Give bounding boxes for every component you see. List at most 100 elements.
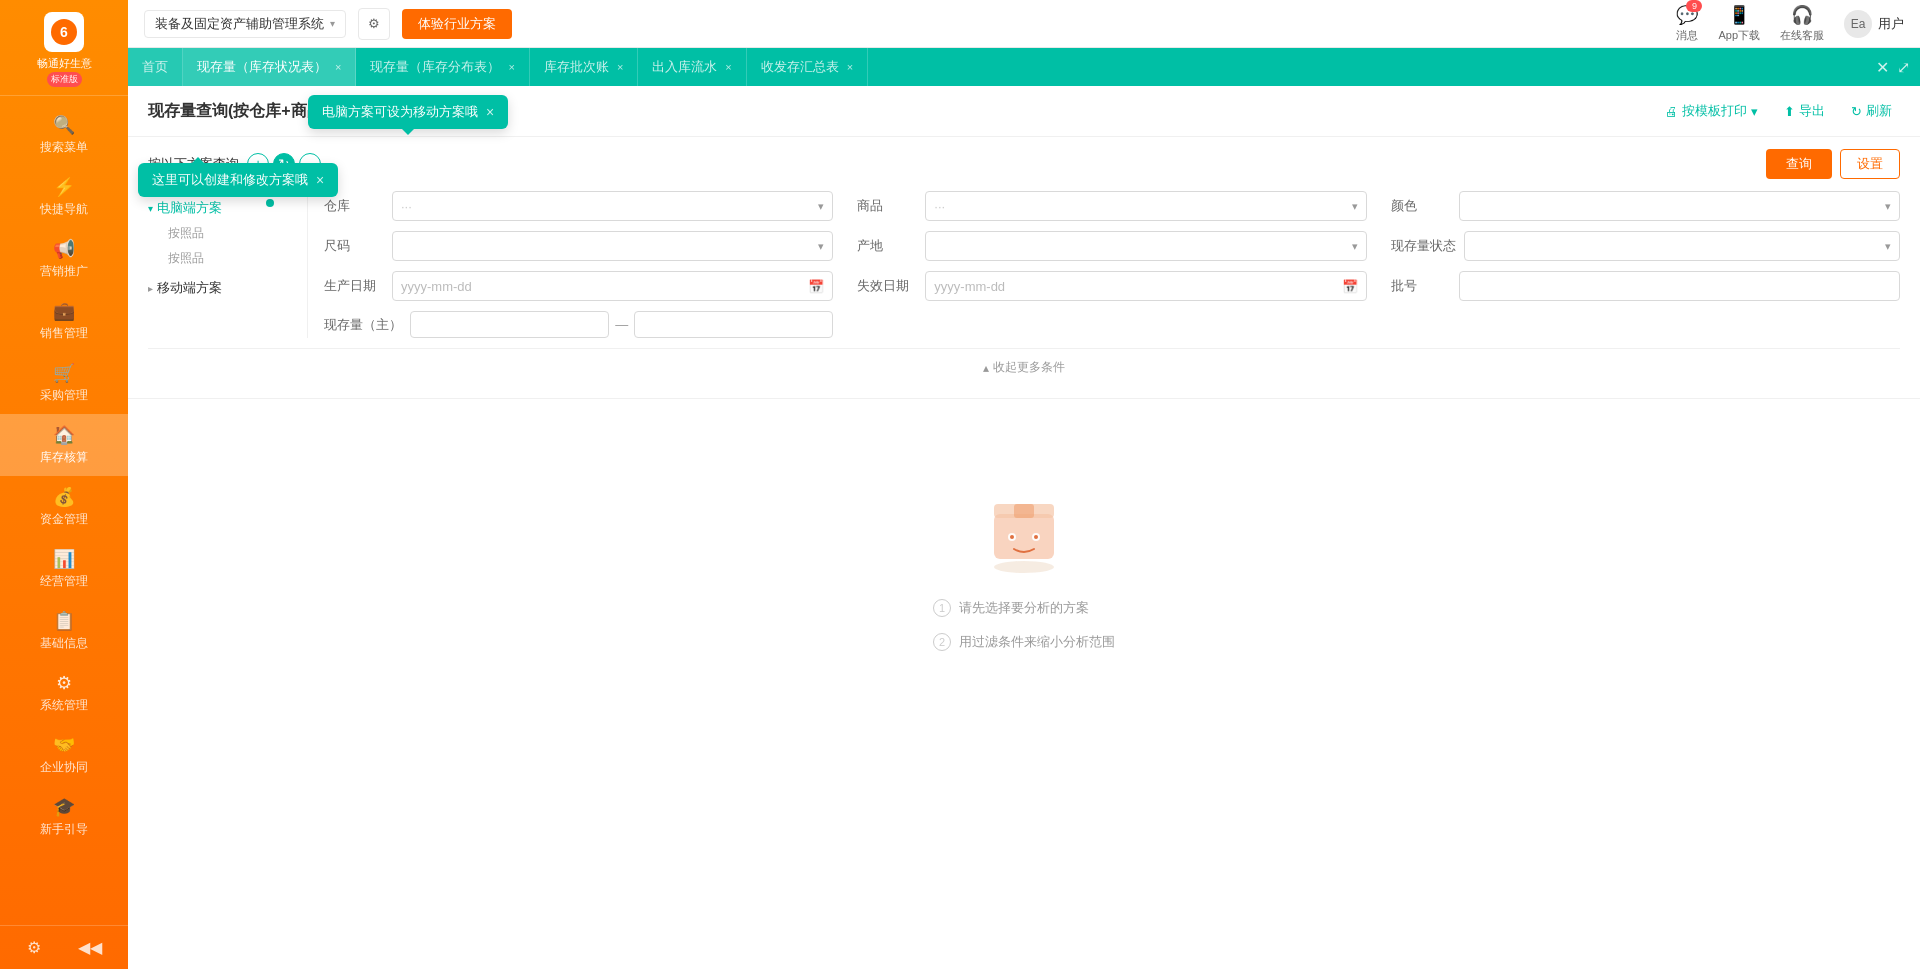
purchase-icon: 🛒 xyxy=(53,362,75,384)
tab-summary[interactable]: 收发存汇总表 × xyxy=(747,48,868,86)
tab-home[interactable]: 首页 xyxy=(128,48,183,86)
tab-close-icon-3[interactable]: × xyxy=(617,61,623,73)
sidebar-item-sales[interactable]: 💼 销售管理 xyxy=(0,290,128,352)
filter-stock-status-select[interactable]: ▾ xyxy=(1464,231,1900,261)
sidebar-item-quicknav[interactable]: ⚡ 快捷导航 xyxy=(0,166,128,228)
refresh-button[interactable]: ↻ 刷新 xyxy=(1843,98,1900,124)
page-title: 现存量查询(按仓库+商品) xyxy=(148,101,328,122)
header-right: 💬 消息 9 📱 App下载 🎧 在线客服 Ea 用户 xyxy=(1676,4,1904,43)
filter-batch-label: 批号 xyxy=(1391,277,1451,295)
settings-gear-button[interactable]: ⚙ xyxy=(358,8,390,40)
export-button[interactable]: ⬆ 导出 xyxy=(1776,98,1833,124)
sidebar-item-purchase[interactable]: 🛒 采购管理 xyxy=(0,352,128,414)
collapse-label: 收起更多条件 xyxy=(993,359,1065,376)
tab-batch-account[interactable]: 库存批次账 × xyxy=(530,48,638,86)
scheme-tree: 这里可以创建和修改方案哦 × ▾ 电脑端方案 按照品 按照 xyxy=(148,191,308,338)
scheme-desktop-item[interactable]: ▾ 电脑端方案 xyxy=(148,195,295,221)
sidebar-item-sales-label: 销售管理 xyxy=(40,325,88,342)
sidebar: 6 畅通好生意 标准版 🔍 搜索菜单 ⚡ 快捷导航 📢 营销推广 💼 销售管理 … xyxy=(0,0,128,969)
sidebar-collapse-btn[interactable]: ◀◀ xyxy=(78,938,102,957)
svg-point-8 xyxy=(1034,535,1038,539)
notification-label: 消息 xyxy=(1676,28,1698,43)
scheme-desktop-child-1-label: 按照品 xyxy=(168,225,204,242)
tab-close-all-icon[interactable]: ✕ xyxy=(1876,58,1889,77)
filter-warehouse-select[interactable]: ··· ▾ xyxy=(392,191,833,221)
tab-inventory-distribution[interactable]: 现存量（库存分布表） × xyxy=(356,48,529,86)
refresh-label: 刷新 xyxy=(1866,102,1892,120)
tab-close-icon-5[interactable]: × xyxy=(847,61,853,73)
notification-badge: 9 xyxy=(1686,0,1702,12)
collab-icon: 🤝 xyxy=(53,734,75,756)
tab-close-icon[interactable]: × xyxy=(335,61,341,73)
system-selector[interactable]: 装备及固定资产辅助管理系统 ▾ xyxy=(144,10,346,38)
sidebar-bottom: ⚙ ◀◀ xyxy=(0,925,128,969)
sidebar-settings-btn[interactable]: ⚙ xyxy=(27,938,41,957)
filter-stock-qty-max[interactable] xyxy=(634,311,833,338)
filter-warehouse-dots: ··· xyxy=(401,199,412,214)
sidebar-item-system-label: 系统管理 xyxy=(40,697,88,714)
sidebar-item-inventory[interactable]: 🏠 库存核算 xyxy=(0,414,128,476)
tooltip-close-1[interactable]: × xyxy=(486,104,494,120)
filter-stock-qty-min[interactable] xyxy=(410,311,609,338)
filter-origin: 产地 ▾ xyxy=(857,231,1366,261)
sidebar-item-guide-label: 新手引导 xyxy=(40,821,88,838)
tab-inout-flow[interactable]: 出入库流水 × xyxy=(638,48,746,86)
scheme-mobile-arrow: ▸ xyxy=(148,283,153,294)
app-download-button[interactable]: 📱 App下载 xyxy=(1718,4,1760,43)
filter-color-arrow: ▾ xyxy=(1885,200,1891,213)
scheme-desktop-child-2[interactable]: 按照品 xyxy=(164,246,295,271)
scheme-desktop-arrow: ▾ xyxy=(148,203,153,214)
filter-size: 尺码 ▾ xyxy=(324,231,833,261)
filter-origin-select[interactable]: ▾ xyxy=(925,231,1366,261)
filter-header: 按以下方案查询 + ↻ ← 电脑方案可设为移动方案哦 × xyxy=(148,149,1900,179)
scheme-desktop-children: 按照品 按照品 xyxy=(148,221,295,271)
print-button[interactable]: 🖨 按模板打印 ▾ xyxy=(1657,98,1766,124)
service-icon: 🎧 xyxy=(1791,4,1813,26)
collapse-more-button[interactable]: ▴ 收起更多条件 xyxy=(148,348,1900,386)
online-service-button[interactable]: 🎧 在线客服 xyxy=(1780,4,1824,43)
basic-icon: 📋 xyxy=(53,610,75,632)
tab-right-actions: ✕ ⤢ xyxy=(1866,48,1920,86)
filter-batch-input[interactable] xyxy=(1459,271,1900,301)
sidebar-item-search[interactable]: 🔍 搜索菜单 xyxy=(0,104,128,166)
filter-product-select[interactable]: ··· ▾ xyxy=(925,191,1366,221)
filter-row-3: 生产日期 yyyy-mm-dd 📅 失效日期 yyyy-mm-dd 📅 xyxy=(324,271,1900,301)
tooltip-close-2[interactable]: × xyxy=(316,172,324,188)
filter-product-arrow: ▾ xyxy=(1352,200,1358,213)
tab-close-icon-4[interactable]: × xyxy=(725,61,731,73)
sidebar-item-quicknav-label: 快捷导航 xyxy=(40,201,88,218)
sidebar-item-system[interactable]: ⚙ 系统管理 xyxy=(0,662,128,724)
notification-button[interactable]: 💬 消息 9 xyxy=(1676,4,1698,43)
sidebar-item-basic[interactable]: 📋 基础信息 xyxy=(0,600,128,662)
tooltip-create-scheme: 这里可以创建和修改方案哦 × xyxy=(138,163,338,197)
filter-color-select[interactable]: ▾ xyxy=(1459,191,1900,221)
svg-point-7 xyxy=(1010,535,1014,539)
filter-product: 商品 ··· ▾ xyxy=(857,191,1366,221)
filter-stock-status-arrow: ▾ xyxy=(1885,240,1891,253)
scheme-desktop-child-1[interactable]: 按照品 xyxy=(164,221,295,246)
tab-expand-icon[interactable]: ⤢ xyxy=(1897,58,1910,77)
user-menu[interactable]: Ea 用户 xyxy=(1844,10,1904,38)
reset-button[interactable]: 设置 xyxy=(1840,149,1900,179)
page-container: 现存量查询(按仓库+商品) 🖨 按模板打印 ▾ ⬆ 导出 ↻ 刷新 xyxy=(128,86,1920,969)
export-label: 导出 xyxy=(1799,102,1825,120)
filter-prod-date-input[interactable]: yyyy-mm-dd 📅 xyxy=(392,271,833,301)
industry-solution-button[interactable]: 体验行业方案 xyxy=(402,9,512,39)
sidebar-item-finance[interactable]: 💰 资金管理 xyxy=(0,476,128,538)
sidebar-item-collab[interactable]: 🤝 企业协同 xyxy=(0,724,128,786)
sidebar-item-ops[interactable]: 📊 经营管理 xyxy=(0,538,128,600)
filter-expire-date-input[interactable]: yyyy-mm-dd 📅 xyxy=(925,271,1366,301)
tab-inventory-status[interactable]: 现存量（库存状况表） × xyxy=(183,48,356,86)
filter-row-1: 仓库 ··· ▾ 商品 ··· ▾ xyxy=(324,191,1900,221)
sidebar-item-guide[interactable]: 🎓 新手引导 xyxy=(0,786,128,848)
tab-close-icon-2[interactable]: × xyxy=(508,61,514,73)
logo-badge: 标准版 xyxy=(47,72,82,87)
scheme-mobile-item[interactable]: ▸ 移动端方案 xyxy=(148,275,295,301)
scroll-indicator xyxy=(266,199,274,207)
search-button[interactable]: 查询 xyxy=(1766,149,1832,179)
sidebar-item-marketing[interactable]: 📢 营销推广 xyxy=(0,228,128,290)
filter-body: 这里可以创建和修改方案哦 × ▾ 电脑端方案 按照品 按照 xyxy=(148,191,1900,338)
tab-home-label: 首页 xyxy=(142,58,168,76)
sidebar-item-marketing-label: 营销推广 xyxy=(40,263,88,280)
filter-size-select[interactable]: ▾ xyxy=(392,231,833,261)
